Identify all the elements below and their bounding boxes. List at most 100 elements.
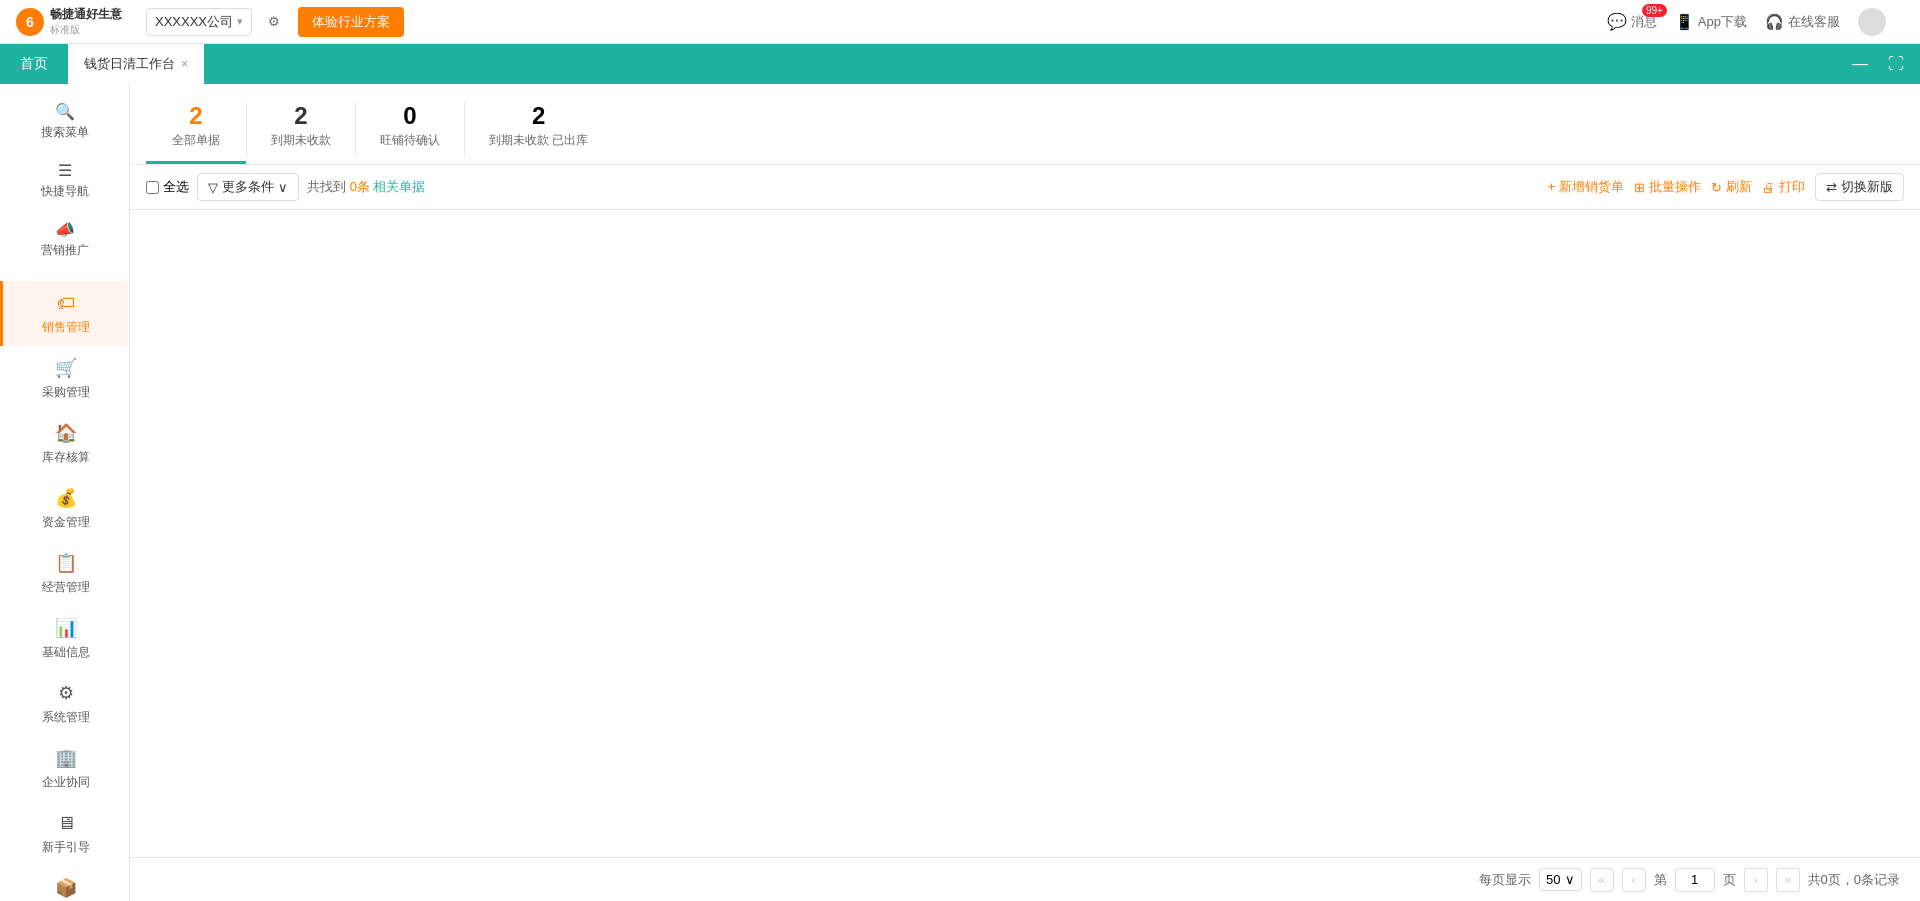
select-all-label: 全选 bbox=[163, 178, 189, 196]
found-link[interactable]: 相关单据 bbox=[373, 179, 425, 194]
sidebar-item-basic[interactable]: 📊 基础信息 bbox=[0, 606, 129, 671]
sidebar-item-inventory[interactable]: 🏠 库存核算 bbox=[0, 411, 129, 476]
stat-overdue-out[interactable]: 2 到期未收款 已出库 bbox=[465, 94, 612, 164]
stat-all-label: 全部单据 bbox=[170, 132, 222, 149]
logo-name: 畅捷通好生意 bbox=[50, 6, 122, 23]
message-btn[interactable]: 💬 消息 99+ bbox=[1607, 12, 1657, 31]
nav-icon: ☰ bbox=[58, 161, 72, 180]
print-icon: 🖨 bbox=[1762, 180, 1775, 195]
sidebar-item-finance[interactable]: 💰 资金管理 bbox=[0, 476, 129, 541]
finance-icon: 💰 bbox=[54, 486, 78, 510]
add-sales-btn[interactable]: + 新增销货单 bbox=[1548, 178, 1624, 196]
switch-version-btn[interactable]: ⇄ 切换新版 bbox=[1815, 173, 1904, 201]
sidebar-nav-label: 快捷导航 bbox=[41, 183, 89, 200]
sidebar-inventory-label: 库存核算 bbox=[42, 449, 90, 466]
company-selector[interactable]: XXXXXX公司 ▾ bbox=[146, 8, 252, 36]
sidebar-search[interactable]: 🔍 搜索菜单 bbox=[0, 92, 129, 151]
purchase-icon: 🛒 bbox=[54, 356, 78, 380]
search-icon: 🔍 bbox=[55, 102, 75, 121]
per-page-chevron-icon: ∨ bbox=[1565, 872, 1575, 887]
content-area: 2 全部单据 2 到期未收款 0 旺铺待确认 2 到期未收款 已出库 bbox=[130, 84, 1920, 901]
stats-bar: 2 全部单据 2 到期未收款 0 旺铺待确认 2 到期未收款 已出库 bbox=[130, 84, 1920, 165]
print-label: 打印 bbox=[1779, 178, 1805, 196]
sidebar-purchase-label: 采购管理 bbox=[42, 384, 90, 401]
batch-label: 批量操作 bbox=[1649, 178, 1701, 196]
select-all-input[interactable] bbox=[146, 181, 159, 194]
experience-btn[interactable]: 体验行业方案 bbox=[298, 7, 404, 37]
found-num: 0条 bbox=[350, 179, 370, 194]
tab-daily[interactable]: 钱货日清工作台 × bbox=[68, 44, 204, 84]
tab-close-icon[interactable]: × bbox=[181, 57, 188, 71]
stat-overdue[interactable]: 2 到期未收款 bbox=[247, 94, 355, 164]
sales-icon: 🏷 bbox=[54, 291, 78, 315]
settings-icon: ⚙ bbox=[268, 14, 280, 29]
minimize-btn[interactable]: — bbox=[1846, 50, 1874, 78]
promo-icon: 📣 bbox=[55, 220, 75, 239]
toolbar: 全选 ▽ 更多条件 ∨ 共找到 0条 相关单据 + 新增销货单 ⊞ bbox=[130, 165, 1920, 210]
stat-overdue-out-num: 2 bbox=[489, 102, 588, 130]
app-download-btn[interactable]: 📱 App下载 bbox=[1675, 13, 1747, 31]
headset-icon: 🎧 bbox=[1765, 13, 1784, 31]
company-name: XXXXXX公司 bbox=[155, 13, 233, 31]
sidebar-item-guide[interactable]: 🖥 新手引导 bbox=[0, 801, 129, 866]
sidebar-item-operation[interactable]: 📋 经营管理 bbox=[0, 541, 129, 606]
sidebar-quick-nav[interactable]: ☰ 快捷导航 bbox=[0, 151, 129, 210]
sidebar-item-sales[interactable]: 🏷 销售管理 bbox=[0, 281, 129, 346]
company-chevron-icon: ▾ bbox=[237, 15, 243, 28]
settings-button[interactable]: ⚙ bbox=[260, 8, 288, 36]
stat-all[interactable]: 2 全部单据 bbox=[146, 94, 246, 164]
corp-icon: 🏢 bbox=[54, 746, 78, 770]
tabnav-actions: — ⛶ bbox=[1846, 50, 1920, 78]
batch-btn[interactable]: ⊞ 批量操作 bbox=[1634, 178, 1701, 196]
filter-label: 更多条件 bbox=[222, 178, 274, 196]
found-prefix: 共找到 bbox=[307, 179, 346, 194]
sidebar-promo[interactable]: 📣 营销推广 bbox=[0, 210, 129, 269]
sidebar-item-corp[interactable]: 🏢 企业协同 bbox=[0, 736, 129, 801]
page-input[interactable] bbox=[1675, 868, 1715, 892]
per-page-label: 每页显示 bbox=[1479, 871, 1531, 889]
total-text: 共0页，0条记录 bbox=[1808, 871, 1900, 889]
logo: 6 畅捷通好生意 标准版 bbox=[16, 6, 146, 37]
stat-overdue-num: 2 bbox=[271, 102, 331, 130]
select-all-checkbox[interactable]: 全选 bbox=[146, 178, 189, 196]
maximize-btn[interactable]: ⛶ bbox=[1882, 50, 1910, 78]
sidebar-top: 🔍 搜索菜单 ☰ 快捷导航 📣 营销推广 bbox=[0, 84, 129, 277]
filter-chevron-icon: ∨ bbox=[278, 180, 288, 195]
per-page-value: 50 bbox=[1546, 872, 1560, 887]
sidebar-promo-label: 营销推广 bbox=[41, 242, 89, 259]
batch-icon: ⊞ bbox=[1634, 180, 1645, 195]
toolbar-right: + 新增销货单 ⊞ 批量操作 ↻ 刷新 🖨 打印 ⇄ 切换新版 bbox=[1548, 173, 1904, 201]
app-download-label: App下载 bbox=[1698, 13, 1747, 31]
logo-text: 畅捷通好生意 标准版 bbox=[50, 6, 122, 37]
sidebar: 🔍 搜索菜单 ☰ 快捷导航 📣 营销推广 🏷 销售管理 🛒 采购管理 🏠 库存核… bbox=[0, 84, 130, 901]
avatar[interactable] bbox=[1858, 8, 1886, 36]
refresh-label: 刷新 bbox=[1726, 178, 1752, 196]
online-service-btn[interactable]: 🎧 在线客服 bbox=[1765, 13, 1840, 31]
logo-badge: 标准版 bbox=[50, 23, 122, 37]
add-sales-label: + 新增销货单 bbox=[1548, 178, 1624, 196]
refresh-btn[interactable]: ↻ 刷新 bbox=[1711, 178, 1752, 196]
filter-btn[interactable]: ▽ 更多条件 ∨ bbox=[197, 173, 299, 201]
stat-overdue-label: 到期未收款 bbox=[271, 132, 331, 149]
topbar-right: 💬 消息 99+ 📱 App下载 🎧 在线客服 bbox=[1607, 8, 1904, 36]
sidebar-item-purchase[interactable]: 🛒 采购管理 bbox=[0, 346, 129, 411]
tab-home[interactable]: 首页 bbox=[0, 44, 68, 84]
next-page-btn[interactable]: › bbox=[1744, 868, 1768, 892]
tab-daily-label: 钱货日清工作台 bbox=[84, 55, 175, 73]
found-text: 共找到 0条 相关单据 bbox=[307, 178, 425, 196]
per-page-select[interactable]: 50 ∨ bbox=[1539, 868, 1581, 891]
operation-icon: 📋 bbox=[54, 551, 78, 575]
sidebar-guide-label: 新手引导 bbox=[42, 839, 90, 856]
stat-pending[interactable]: 0 旺铺待确认 bbox=[356, 94, 464, 164]
refresh-icon: ↻ bbox=[1711, 180, 1722, 195]
sidebar-item-system[interactable]: ⚙ 系统管理 bbox=[0, 671, 129, 736]
sidebar-basic-label: 基础信息 bbox=[42, 644, 90, 661]
message-icon: 💬 bbox=[1607, 12, 1627, 31]
first-page-btn[interactable]: « bbox=[1590, 868, 1614, 892]
prev-page-btn[interactable]: ‹ bbox=[1622, 868, 1646, 892]
appstore-icon: 📦 bbox=[54, 876, 78, 900]
sidebar-item-appstore[interactable]: 📦 应用中心 bbox=[0, 866, 129, 901]
print-btn[interactable]: 🖨 打印 bbox=[1762, 178, 1805, 196]
sidebar-search-label: 搜索菜单 bbox=[41, 124, 89, 141]
last-page-btn[interactable]: » bbox=[1776, 868, 1800, 892]
